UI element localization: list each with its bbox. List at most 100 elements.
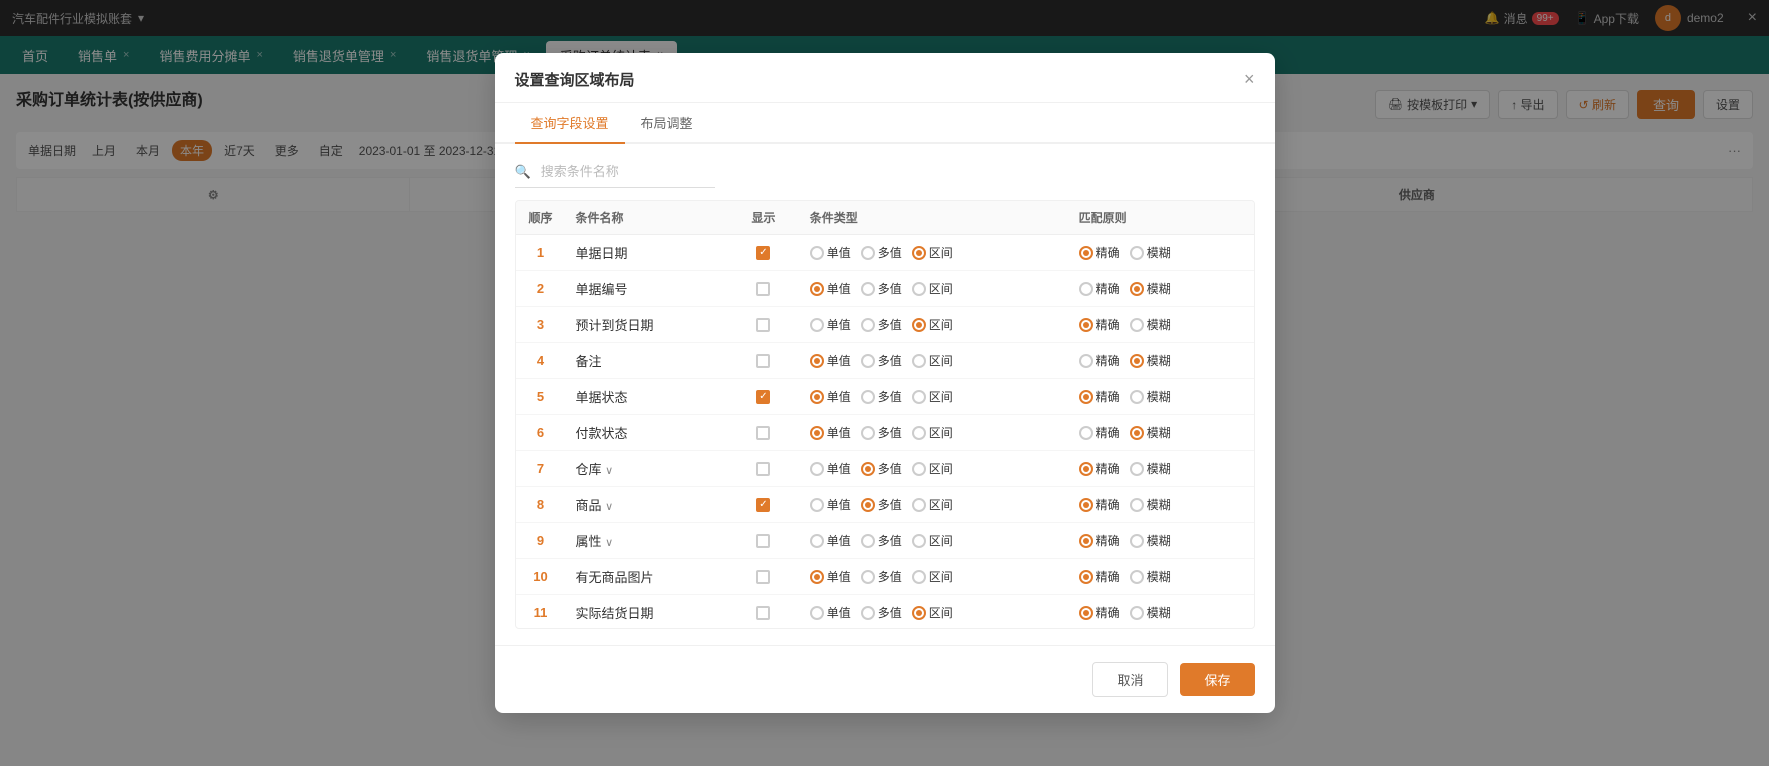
type-radio-item[interactable]: 区间 — [912, 244, 953, 261]
modal-dialog: 设置查询区域布局 × 查询字段设置 布局调整 🔍 — [495, 53, 1275, 713]
match-radio-item[interactable]: 精确 — [1079, 388, 1120, 405]
type-radio-item[interactable]: 多值 — [861, 424, 902, 441]
match-radio-item[interactable]: 模糊 — [1130, 604, 1171, 621]
type-radio-item[interactable]: 多值 — [861, 316, 902, 333]
display-checkbox[interactable] — [756, 246, 770, 260]
display-checkbox[interactable] — [756, 534, 770, 548]
match-radio-item[interactable]: 精确 — [1079, 352, 1120, 369]
row-display-checkbox — [727, 595, 800, 630]
row-display-checkbox — [727, 559, 800, 595]
match-radio-item[interactable]: 模糊 — [1130, 460, 1171, 477]
display-checkbox[interactable] — [756, 318, 770, 332]
radio-circle-icon — [912, 426, 926, 440]
radio-circle-icon — [861, 282, 875, 296]
match-radio-item[interactable]: 模糊 — [1130, 424, 1171, 441]
type-radio-item[interactable]: 区间 — [912, 496, 953, 513]
type-radio-item[interactable]: 区间 — [912, 316, 953, 333]
type-radio-item[interactable]: 多值 — [861, 568, 902, 585]
radio-circle-icon — [1130, 498, 1144, 512]
display-checkbox[interactable] — [756, 606, 770, 620]
type-radio-item[interactable]: 区间 — [912, 280, 953, 297]
match-radio-item[interactable]: 精确 — [1079, 244, 1120, 261]
type-radio-item[interactable]: 多值 — [861, 460, 902, 477]
match-radio-item[interactable]: 模糊 — [1130, 532, 1171, 549]
match-radio-item[interactable]: 精确 — [1079, 460, 1120, 477]
match-radio-item[interactable]: 模糊 — [1130, 316, 1171, 333]
match-radio-item[interactable]: 精确 — [1079, 424, 1120, 441]
match-radio-item[interactable]: 模糊 — [1130, 568, 1171, 585]
row-order: 1 — [516, 235, 566, 271]
type-radio-item[interactable]: 区间 — [912, 388, 953, 405]
type-radio-item[interactable]: 单值 — [810, 280, 851, 297]
type-radio-item[interactable]: 区间 — [912, 568, 953, 585]
display-checkbox[interactable] — [756, 462, 770, 476]
radio-circle-icon — [1079, 498, 1093, 512]
match-radio-item[interactable]: 精确 — [1079, 316, 1120, 333]
radio-circle-icon — [1079, 426, 1093, 440]
col-order: 顺序 — [516, 201, 566, 235]
type-radio-item[interactable]: 单值 — [810, 460, 851, 477]
type-radio-item[interactable]: 多值 — [861, 352, 902, 369]
type-radio-item[interactable]: 单值 — [810, 244, 851, 261]
save-button[interactable]: 保存 — [1180, 663, 1254, 696]
col-name: 条件名称 — [566, 201, 728, 235]
match-radio-item[interactable]: 精确 — [1079, 280, 1120, 297]
type-radio-item[interactable]: 单值 — [810, 568, 851, 585]
radio-circle-icon — [912, 246, 926, 260]
row-display-checkbox — [727, 235, 800, 271]
type-radio-item[interactable]: 单值 — [810, 604, 851, 621]
radio-circle-icon — [1130, 606, 1144, 620]
match-radio-item[interactable]: 模糊 — [1130, 244, 1171, 261]
type-radio-item[interactable]: 多值 — [861, 604, 902, 621]
row-condition-name: 商品 ∨ — [566, 487, 728, 523]
type-radio-item[interactable]: 区间 — [912, 352, 953, 369]
search-input[interactable] — [535, 160, 723, 183]
search-icon: 🔍 — [515, 164, 531, 180]
display-checkbox[interactable] — [756, 498, 770, 512]
display-checkbox[interactable] — [756, 390, 770, 404]
match-radio-item[interactable]: 模糊 — [1130, 280, 1171, 297]
row-type-options: 单值多值区间 — [800, 271, 1069, 307]
type-radio-item[interactable]: 单值 — [810, 316, 851, 333]
type-radio-item[interactable]: 区间 — [912, 424, 953, 441]
match-radio-item[interactable]: 模糊 — [1130, 388, 1171, 405]
match-radio-item[interactable]: 精确 — [1079, 604, 1120, 621]
display-checkbox[interactable] — [756, 282, 770, 296]
radio-circle-icon — [810, 534, 824, 548]
match-radio-item[interactable]: 模糊 — [1130, 352, 1171, 369]
type-radio-item[interactable]: 单值 — [810, 424, 851, 441]
modal-close-button[interactable]: × — [1244, 69, 1255, 102]
type-radio-item[interactable]: 单值 — [810, 388, 851, 405]
type-radio-item[interactable]: 区间 — [912, 460, 953, 477]
tab-query-fields[interactable]: 查询字段设置 — [515, 103, 625, 144]
display-checkbox[interactable] — [756, 354, 770, 368]
chevron-down-icon: ∨ — [605, 465, 613, 477]
tab-layout-adjust[interactable]: 布局调整 — [625, 103, 709, 144]
cancel-button[interactable]: 取消 — [1092, 662, 1168, 697]
radio-circle-icon — [861, 318, 875, 332]
row-display-checkbox — [727, 307, 800, 343]
type-radio-item[interactable]: 多值 — [861, 280, 902, 297]
type-radio-item[interactable]: 多值 — [861, 388, 902, 405]
display-checkbox[interactable] — [756, 426, 770, 440]
match-radio-item[interactable]: 精确 — [1079, 568, 1120, 585]
type-radio-item[interactable]: 单值 — [810, 496, 851, 513]
type-radio-item[interactable]: 区间 — [912, 604, 953, 621]
type-radio-item[interactable]: 区间 — [912, 532, 953, 549]
row-display-checkbox — [727, 343, 800, 379]
match-radio-item[interactable]: 精确 — [1079, 496, 1120, 513]
radio-circle-icon — [810, 462, 824, 476]
modal-footer: 取消 保存 — [495, 645, 1275, 713]
display-checkbox[interactable] — [756, 570, 770, 584]
match-radio-item[interactable]: 模糊 — [1130, 496, 1171, 513]
type-radio-item[interactable]: 多值 — [861, 496, 902, 513]
type-radio-item[interactable]: 多值 — [861, 244, 902, 261]
radio-circle-icon — [1079, 570, 1093, 584]
row-match-options: 精确模糊 — [1069, 307, 1254, 343]
type-radio-item[interactable]: 单值 — [810, 532, 851, 549]
match-radio-item[interactable]: 精确 — [1079, 532, 1120, 549]
type-radio-item[interactable]: 多值 — [861, 532, 902, 549]
row-match-options: 精确模糊 — [1069, 487, 1254, 523]
row-match-options: 精确模糊 — [1069, 523, 1254, 559]
type-radio-item[interactable]: 单值 — [810, 352, 851, 369]
